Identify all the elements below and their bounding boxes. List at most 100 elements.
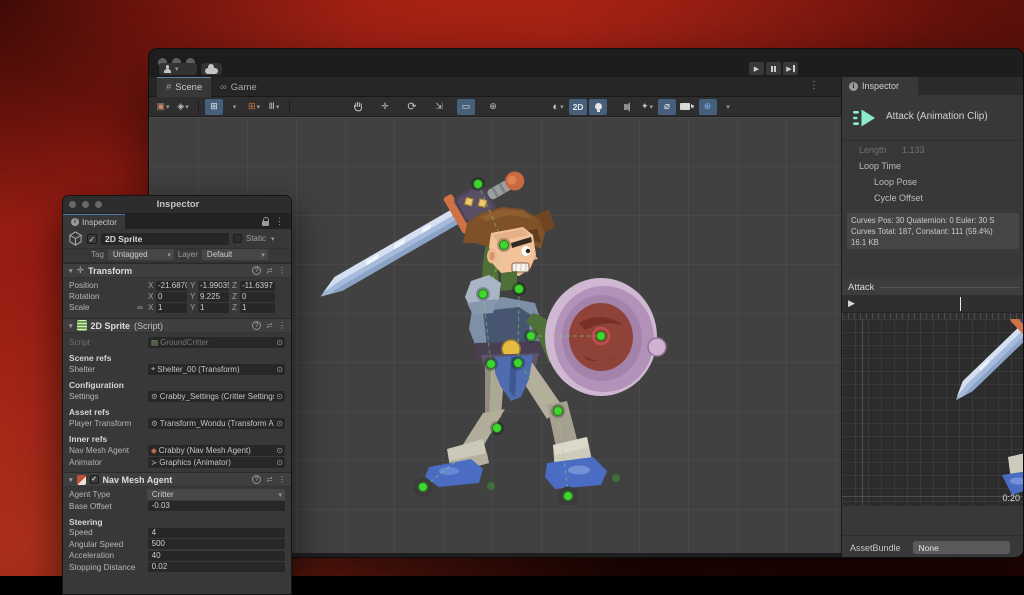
rotation-y-field[interactable]: 9.225 [198, 292, 229, 302]
scene-lighting-button[interactable] [589, 99, 607, 115]
grid-visibility-button[interactable]: ⊞▾ [245, 99, 263, 115]
position-z-field[interactable]: -11.6397 [240, 281, 275, 291]
static-checkbox[interactable] [233, 234, 242, 243]
configuration-section: Configuration [63, 380, 291, 390]
scale-link-icon[interactable]: ∞ [137, 303, 148, 312]
layer-dropdown[interactable]: Default ▾ [202, 249, 268, 260]
position-y-field[interactable]: -1.99035 [198, 281, 229, 291]
assetbundle-row: AssetBundle None [842, 535, 1024, 558]
cloud-services-button[interactable] [201, 63, 222, 75]
object-picker-icon[interactable]: ⊙ [276, 365, 283, 374]
foldout-icon[interactable]: ▾ [69, 476, 73, 484]
preview-viewport[interactable]: 0:20 [842, 319, 1024, 506]
gameobject-name-field[interactable]: 2D Sprite [101, 233, 229, 245]
scene-visibility-button[interactable]: ⌀ [658, 99, 676, 115]
scene-effects-button[interactable]: ✦▾ [638, 99, 656, 115]
2d-mode-button[interactable]: 2D [569, 99, 587, 115]
position-x-field[interactable]: -21.6870 [156, 281, 187, 291]
component-menu-icon[interactable]: ⋮ [278, 266, 286, 275]
rotate-tool-button[interactable]: ⟳ [403, 99, 421, 115]
component-enabled-checkbox[interactable]: ✓ [90, 475, 99, 484]
snap-increment-button[interactable]: Ⅲ▾ [265, 99, 283, 115]
stopping-distance-field[interactable]: 0.02 [148, 562, 285, 572]
camera-settings-button[interactable]: ▾ [678, 99, 697, 115]
settings-field[interactable]: ⚙ Crabby_Settings (Critter Settings ⊙ [148, 391, 285, 402]
loop-pose-label[interactable]: Loop Pose [874, 177, 917, 187]
scale-z-field[interactable]: 1 [240, 303, 275, 313]
navmesh-component-header[interactable]: ▾ ✓ Nav Mesh Agent ? ≓ ⋮ [63, 472, 291, 487]
tab-scene[interactable]: # Scene [157, 77, 211, 97]
player-transform-field[interactable]: ⚙ Transform_Wondu (Transform Ar ⊙ [148, 418, 285, 429]
cycle-offset-label[interactable]: Cycle Offset [874, 193, 923, 203]
shading-mode-button[interactable]: ◐▾ [549, 99, 567, 115]
help-icon[interactable]: ? [252, 475, 261, 484]
rotation-z-field[interactable]: 0 [240, 292, 275, 302]
step-button[interactable]: ▶ [783, 62, 798, 75]
scale-label: Scale [69, 303, 137, 312]
base-offset-field[interactable]: -0.03 [148, 501, 285, 511]
presets-icon[interactable]: ≓ [266, 321, 273, 330]
assetbundle-dropdown[interactable]: None [913, 541, 1010, 554]
render-mode-button[interactable]: ▣▾ [154, 99, 172, 115]
script-field[interactable]: ▤ GroundCritter ⊙ [148, 337, 285, 348]
navmesh-ref-field[interactable]: ◆ Crabby (Nav Mesh Agent) ⊙ [148, 445, 285, 456]
scale-tool-button[interactable]: ⇲ [430, 99, 448, 115]
transform-tool-button[interactable]: ⊕ [484, 99, 502, 115]
shelter-field[interactable]: ⌖ Shelter_00 (Transform) ⊙ [148, 364, 285, 375]
account-button[interactable]: ▾ [159, 63, 197, 75]
presets-icon[interactable]: ≓ [266, 475, 273, 484]
play-button[interactable]: ▶ [749, 62, 764, 75]
tab-game[interactable]: ∞ Game [211, 77, 266, 97]
pane-menu-icon[interactable]: ⋮ [809, 80, 819, 91]
axis-y-label: Y [190, 281, 197, 290]
grid-snap-options[interactable]: ▾ [225, 99, 243, 115]
presets-icon[interactable]: ≓ [266, 266, 273, 275]
component-menu-icon[interactable]: ⋮ [278, 475, 286, 484]
object-picker-icon[interactable]: ⊙ [276, 458, 283, 467]
object-picker-icon[interactable]: ⊙ [276, 419, 283, 428]
pane-menu-icon[interactable]: ⋮ [275, 216, 284, 227]
view-options-button[interactable]: ◈▾ [174, 99, 192, 115]
tag-dropdown[interactable]: Untagged ▾ [108, 249, 174, 260]
floating-window-titlebar[interactable]: Inspector [63, 196, 291, 214]
active-checkbox[interactable]: ✓ [87, 234, 97, 244]
pause-button[interactable] [766, 62, 781, 75]
component-menu-icon[interactable]: ⋮ [278, 321, 286, 330]
script-component-header[interactable]: ▾ 2D Sprite (Script) ? ≓ ⋮ [63, 318, 291, 333]
tab-inspector[interactable]: i Inspector [63, 214, 125, 229]
object-picker-icon[interactable]: ⊙ [276, 392, 283, 401]
grid-snap-button[interactable]: ⊞ [205, 99, 223, 115]
script-row: Script ▤ GroundCritter ⊙ [63, 336, 291, 348]
preview-play-button[interactable]: ▶ [848, 298, 855, 309]
lock-icon[interactable] [262, 221, 269, 226]
object-picker-icon[interactable]: ⊙ [276, 338, 283, 347]
angular-speed-field[interactable]: 500 [148, 539, 285, 549]
tab-inspector[interactable]: i Inspector [842, 77, 918, 95]
preview-header[interactable]: Attack [842, 279, 1024, 295]
agent-type-dropdown[interactable]: Critter ▾ [147, 489, 285, 500]
preview-scrubber[interactable] [960, 297, 961, 311]
scene-audio-button[interactable] [618, 99, 636, 115]
acceleration-field[interactable]: 40 [148, 551, 285, 561]
hand-tool-button[interactable] [349, 99, 367, 115]
position-label: Position [69, 281, 148, 290]
rect-tool-button[interactable]: ▭ [457, 99, 475, 115]
transform-component-header[interactable]: ▾ ✛ Transform ? ≓ ⋮ [63, 263, 291, 278]
move-tool-button[interactable]: ✛ [376, 99, 394, 115]
animator-ref-field[interactable]: ≻ Graphics (Animator) ⊙ [148, 457, 285, 468]
scale-y-field[interactable]: 1 [198, 303, 229, 313]
rotation-row: Rotation X 0 Y 9.225 Z 0 [63, 291, 291, 302]
loop-time-label[interactable]: Loop Time [859, 161, 901, 171]
help-icon[interactable]: ? [252, 266, 261, 275]
foldout-icon[interactable]: ▾ [69, 267, 73, 275]
speed-field[interactable]: 4 [148, 528, 285, 538]
object-picker-icon[interactable]: ⊙ [276, 446, 283, 455]
chevron-down-icon[interactable]: ▾ [271, 235, 275, 243]
help-icon[interactable]: ? [252, 321, 261, 330]
foldout-icon[interactable]: ▾ [69, 322, 73, 330]
gizmos-options[interactable]: ▾ [719, 99, 737, 115]
scale-x-field[interactable]: 1 [156, 303, 187, 313]
rotation-x-field[interactable]: 0 [156, 292, 187, 302]
navmesh-ref-icon: ◆ [151, 446, 157, 455]
gizmos-button[interactable]: ⊕ [699, 99, 717, 115]
